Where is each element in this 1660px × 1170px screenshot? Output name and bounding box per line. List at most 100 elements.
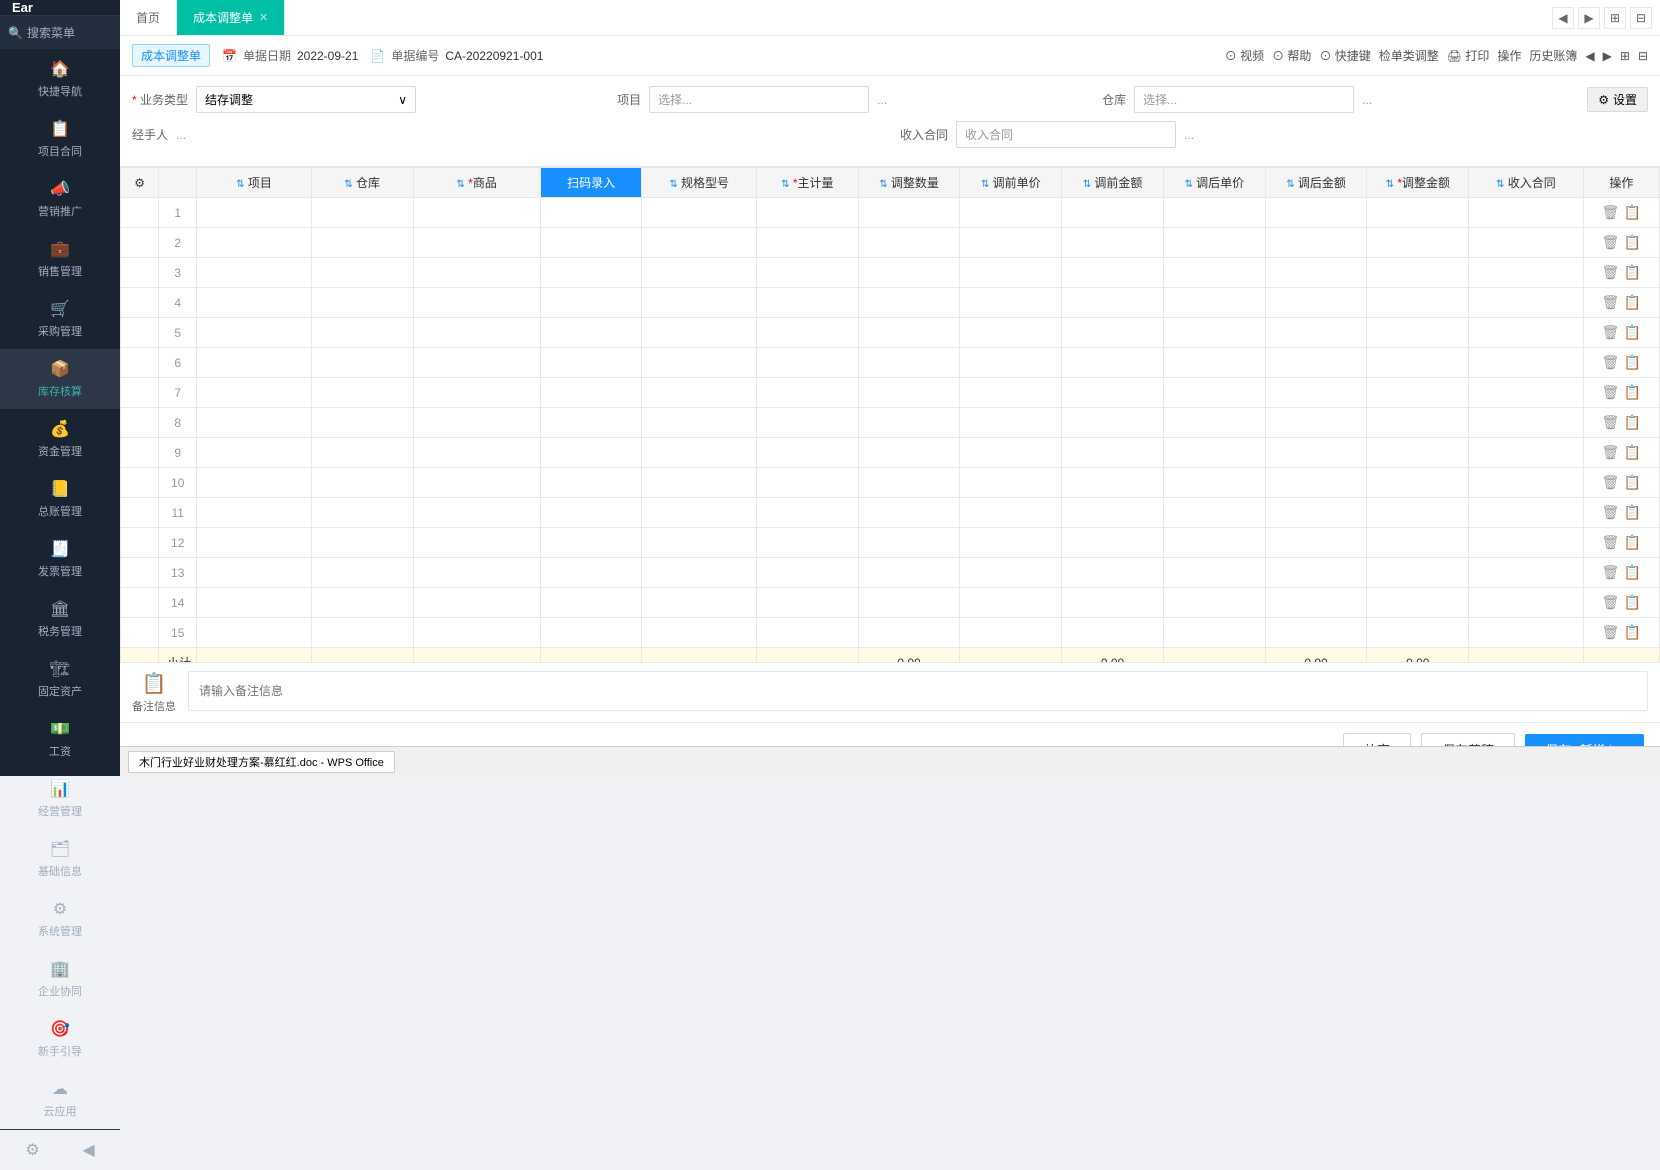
row-after-price-cell[interactable] [1163, 378, 1265, 408]
row-warehouse-cell[interactable] [311, 558, 413, 588]
row-scan-cell[interactable] [540, 258, 642, 288]
row-project-cell[interactable] [197, 468, 311, 498]
row-product-cell[interactable] [413, 198, 540, 228]
unit-col-header[interactable]: ⇅ *主计量 [756, 168, 858, 198]
delete-row-icon[interactable]: 🗑 [1601, 264, 1619, 282]
spec-col-header[interactable]: ⇅ 规格型号 [642, 168, 756, 198]
row-adjust-amount-cell[interactable] [1367, 438, 1469, 468]
row-adjust-qty-cell[interactable] [858, 228, 960, 258]
row-after-price-cell[interactable] [1163, 618, 1265, 648]
row-adjust-qty-cell[interactable] [858, 558, 960, 588]
tab-nav-left[interactable]: ◀ [1552, 7, 1574, 29]
row-before-amount-cell[interactable] [1062, 408, 1164, 438]
row-adjust-qty-cell[interactable] [858, 318, 960, 348]
sidebar-search[interactable]: 🔍 搜索菜单 [0, 16, 120, 49]
row-scan-cell[interactable] [540, 318, 642, 348]
row-warehouse-cell[interactable] [311, 318, 413, 348]
row-scan-cell[interactable] [540, 378, 642, 408]
row-before-amount-cell[interactable] [1062, 528, 1164, 558]
row-project-cell[interactable] [197, 498, 311, 528]
row-after-amount-cell[interactable] [1265, 618, 1367, 648]
row-unit-cell[interactable] [756, 228, 858, 258]
row-warehouse-cell[interactable] [311, 588, 413, 618]
row-unit-cell[interactable] [756, 198, 858, 228]
sidebar-item-payroll[interactable]: 💵 工资 [0, 709, 120, 769]
warehouse-select[interactable]: 选择... [1134, 86, 1354, 113]
row-after-amount-cell[interactable] [1265, 228, 1367, 258]
delete-row-icon[interactable]: 🗑 [1601, 324, 1619, 342]
copy-row-icon[interactable]: 📋 [1623, 204, 1641, 222]
delete-row-icon[interactable]: 🗑 [1601, 204, 1619, 222]
row-after-price-cell[interactable] [1163, 408, 1265, 438]
copy-row-icon[interactable]: 📋 [1623, 264, 1641, 282]
row-spec-cell[interactable] [642, 498, 756, 528]
row-before-price-cell[interactable] [960, 198, 1062, 228]
before-amount-col-header[interactable]: ⇅ 调前金额 [1062, 168, 1164, 198]
row-scan-cell[interactable] [540, 558, 642, 588]
row-before-price-cell[interactable] [960, 438, 1062, 468]
row-unit-cell[interactable] [756, 558, 858, 588]
row-adjust-qty-cell[interactable] [858, 378, 960, 408]
sidebar-item-sales-promo[interactable]: 📣 营销推广 [0, 169, 120, 229]
row-spec-cell[interactable] [642, 618, 756, 648]
row-unit-cell[interactable] [756, 588, 858, 618]
row-spec-cell[interactable] [642, 558, 756, 588]
row-after-amount-cell[interactable] [1265, 378, 1367, 408]
row-after-amount-cell[interactable] [1265, 258, 1367, 288]
delete-row-icon[interactable]: 🗑 [1601, 594, 1619, 612]
action-check-similar[interactable]: 检单类调整 [1379, 47, 1439, 64]
row-after-price-cell[interactable] [1163, 348, 1265, 378]
row-spec-cell[interactable] [642, 348, 756, 378]
row-product-cell[interactable] [413, 228, 540, 258]
row-income-contract-cell[interactable] [1469, 408, 1583, 438]
row-before-price-cell[interactable] [960, 618, 1062, 648]
row-project-cell[interactable] [197, 318, 311, 348]
row-before-price-cell[interactable] [960, 528, 1062, 558]
project-col-header[interactable]: ⇅ 项目 [197, 168, 311, 198]
row-unit-cell[interactable] [756, 438, 858, 468]
row-adjust-amount-cell[interactable] [1367, 378, 1469, 408]
delete-row-icon[interactable]: 🗑 [1601, 414, 1619, 432]
row-before-price-cell[interactable] [960, 228, 1062, 258]
row-after-price-cell[interactable] [1163, 438, 1265, 468]
row-spec-cell[interactable] [642, 408, 756, 438]
row-adjust-amount-cell[interactable] [1367, 348, 1469, 378]
row-project-cell[interactable] [197, 408, 311, 438]
delete-row-icon[interactable]: 🗑 [1601, 354, 1619, 372]
row-project-cell[interactable] [197, 258, 311, 288]
row-adjust-amount-cell[interactable] [1367, 198, 1469, 228]
row-spec-cell[interactable] [642, 198, 756, 228]
tab-cost-adjust[interactable]: 成本调整单 ✕ [177, 0, 285, 35]
row-after-price-cell[interactable] [1163, 498, 1265, 528]
row-product-cell[interactable] [413, 558, 540, 588]
after-price-col-header[interactable]: ⇅ 调后单价 [1163, 168, 1265, 198]
row-after-price-cell[interactable] [1163, 228, 1265, 258]
row-scan-cell[interactable] [540, 198, 642, 228]
row-adjust-amount-cell[interactable] [1367, 618, 1469, 648]
row-adjust-qty-cell[interactable] [858, 348, 960, 378]
row-adjust-qty-cell[interactable] [858, 618, 960, 648]
row-after-price-cell[interactable] [1163, 588, 1265, 618]
row-after-price-cell[interactable] [1163, 198, 1265, 228]
row-after-amount-cell[interactable] [1265, 558, 1367, 588]
row-product-cell[interactable] [413, 378, 540, 408]
sidebar-item-basic-info[interactable]: 🗂 基础信息 [0, 829, 120, 889]
row-product-cell[interactable] [413, 408, 540, 438]
row-before-price-cell[interactable] [960, 318, 1062, 348]
row-income-contract-cell[interactable] [1469, 558, 1583, 588]
project-dots[interactable]: ... [877, 93, 887, 107]
row-product-cell[interactable] [413, 318, 540, 348]
row-adjust-amount-cell[interactable] [1367, 558, 1469, 588]
row-unit-cell[interactable] [756, 288, 858, 318]
row-product-cell[interactable] [413, 528, 540, 558]
row-warehouse-cell[interactable] [311, 528, 413, 558]
row-adjust-qty-cell[interactable] [858, 588, 960, 618]
row-scan-cell[interactable] [540, 408, 642, 438]
copy-row-icon[interactable]: 📋 [1623, 294, 1641, 312]
row-adjust-amount-cell[interactable] [1367, 408, 1469, 438]
copy-row-icon[interactable]: 📋 [1623, 384, 1641, 402]
collapse-icon[interactable]: ◀ [82, 1140, 94, 1160]
tab-close-icon[interactable]: ✕ [259, 11, 268, 24]
sidebar-item-fund-mgmt[interactable]: 💰 资金管理 [0, 409, 120, 469]
sidebar-item-ops-mgmt[interactable]: 📊 经营管理 [0, 769, 120, 829]
